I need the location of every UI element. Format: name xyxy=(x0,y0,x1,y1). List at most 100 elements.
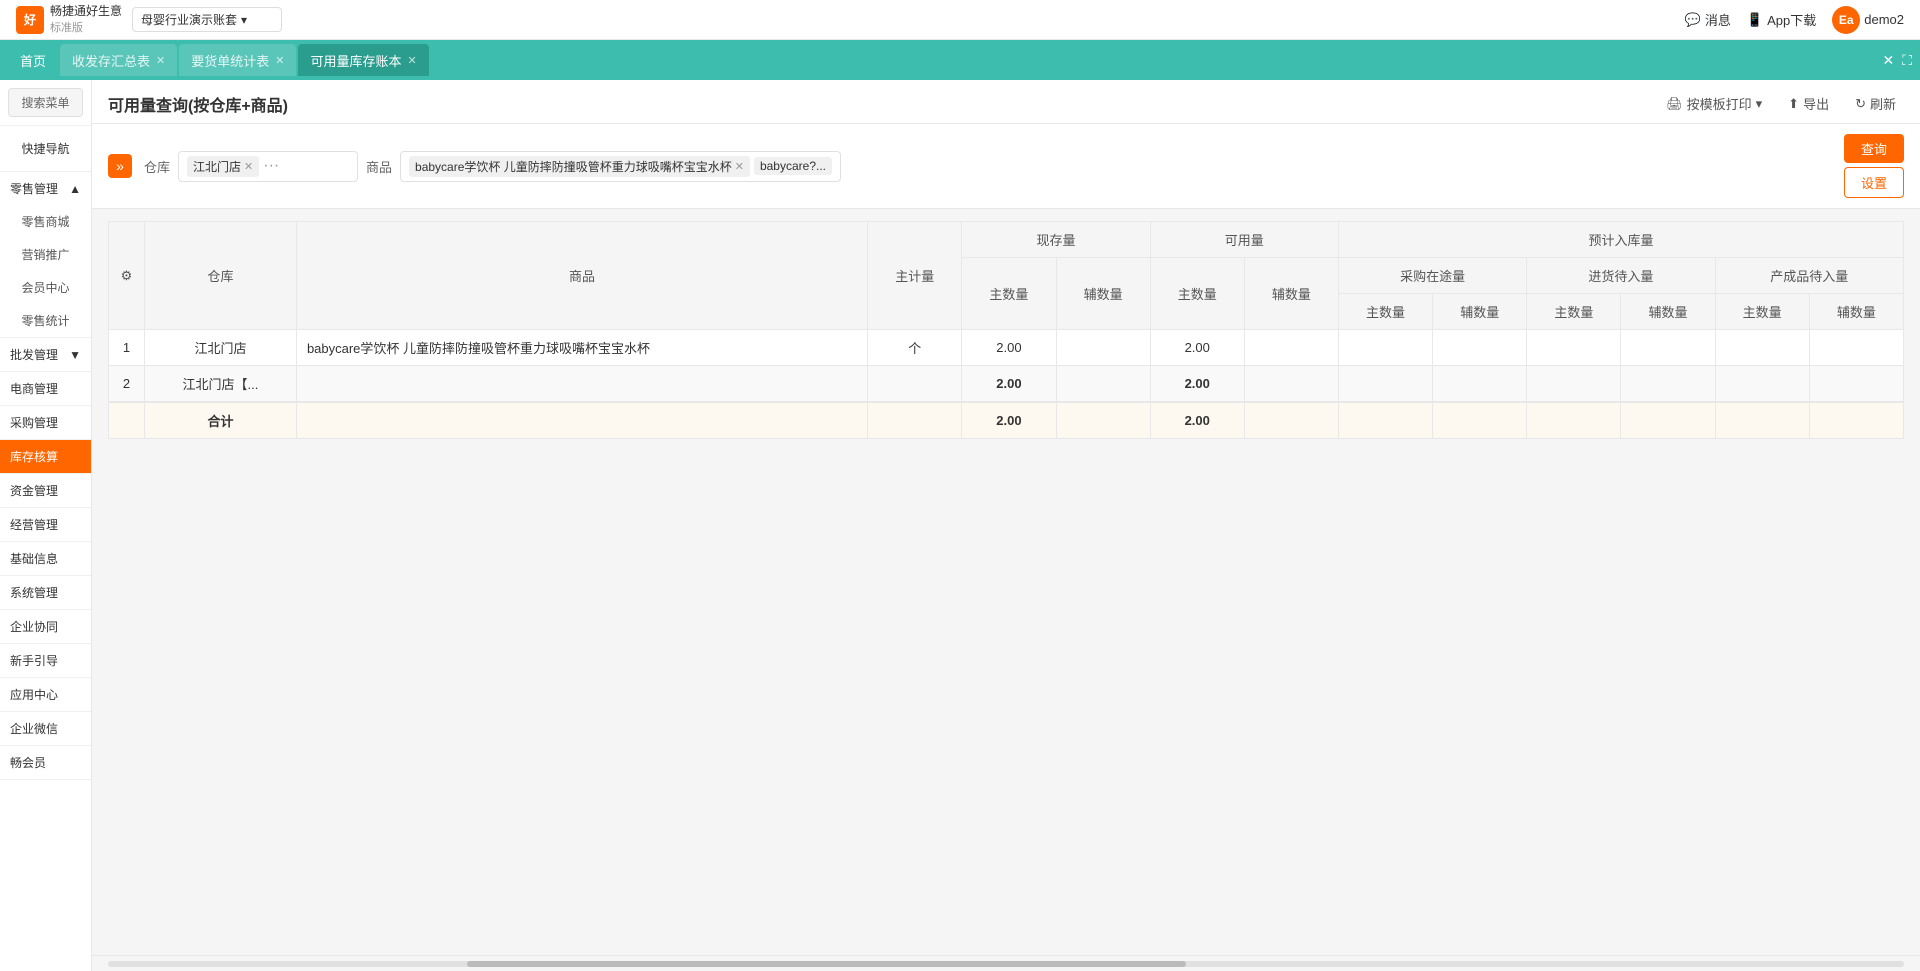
warehouse-filter-input[interactable]: 江北门店 ✕ ··· xyxy=(178,151,358,182)
sidebar-app-center-header[interactable]: 应用中心 xyxy=(0,678,91,711)
th-current-aux: 辅数量 xyxy=(1056,258,1150,330)
sidebar-wechat-header[interactable]: 企业微信 xyxy=(0,712,91,745)
th-settings[interactable]: ⚙ xyxy=(109,222,145,330)
tab-summary[interactable]: 收发存汇总表 ✕ xyxy=(60,44,177,76)
nav-tabs-right: ✕ ⛶ xyxy=(1882,52,1912,69)
scrollbar-track[interactable] xyxy=(108,961,1904,967)
footer-in-aux xyxy=(1621,402,1715,439)
message-icon: 💬 xyxy=(1685,12,1701,28)
main-layout: 搜索菜单 快捷导航 零售管理 ▲ 零售商城 营销推广 会员中心 零售统计 批发管… xyxy=(0,80,1920,971)
data-table: ⚙ 仓库 商品 主计量 现存量 可用量 预计入库量 主数量 辅数量 主数量 辅数… xyxy=(108,221,1904,439)
logo-icon: 好 xyxy=(16,6,44,34)
nav-tabs-left: 首页 收发存汇总表 ✕ 要货单统计表 ✕ 可用量库存账本 ✕ xyxy=(8,44,429,76)
fullscreen-icon[interactable]: ⛶ xyxy=(1902,52,1912,69)
sidebar-member-vip-header[interactable]: 畅会员 xyxy=(0,746,91,779)
warehouse-tag: 江北门店 ✕ xyxy=(187,156,259,177)
tab-home-label: 首页 xyxy=(20,51,46,70)
sidebar-retail-header[interactable]: 零售管理 ▲ xyxy=(0,172,91,205)
avatar: Ea xyxy=(1832,6,1860,34)
chevron-down-icon2: ▼ xyxy=(69,348,81,362)
sidebar-item-marketing[interactable]: 营销推广 xyxy=(0,238,91,271)
goods-tag1-text: babycare学饮杯 儿童防摔防撞吸管杯重力球吸嘴杯宝宝水杯 xyxy=(415,158,732,175)
th-purchase-transit-main: 主数量 xyxy=(1338,294,1432,330)
th-production-main: 主数量 xyxy=(1715,294,1809,330)
th-available-main: 主数量 xyxy=(1150,258,1244,330)
goods-tag1: babycare学饮杯 儿童防摔防撞吸管杯重力球吸嘴杯宝宝水杯 ✕ xyxy=(409,156,750,177)
sidebar-section-inventory: 库存核算 xyxy=(0,440,91,474)
scrollbar-thumb[interactable] xyxy=(467,961,1185,967)
cell-current-main-1: 2.00 xyxy=(962,330,1056,366)
sidebar-ecommerce-header[interactable]: 电商管理 xyxy=(0,372,91,405)
sidebar-item-retail-stats[interactable]: 零售统计 xyxy=(0,304,91,337)
cell-pt-main-1 xyxy=(1338,330,1432,366)
goods-tag1-close[interactable]: ✕ xyxy=(735,160,744,173)
sidebar-section-retail: 零售管理 ▲ 零售商城 营销推广 会员中心 零售统计 xyxy=(0,172,91,338)
sidebar-purchase-header[interactable]: 采购管理 xyxy=(0,406,91,439)
sidebar-wholesale-label: 批发管理 xyxy=(10,346,58,363)
cell-in-aux-1 xyxy=(1621,330,1715,366)
message-btn[interactable]: 💬 消息 xyxy=(1685,10,1731,29)
cell-index-1: 1 xyxy=(109,330,145,366)
sidebar-section-ecommerce: 电商管理 xyxy=(0,372,91,406)
sidebar-newbie-header[interactable]: 新手引导 xyxy=(0,644,91,677)
tab-available-stock[interactable]: 可用量库存账本 ✕ xyxy=(298,44,428,76)
goods-tag2: babycare?... xyxy=(754,157,832,175)
chevron-down-icon3: ▾ xyxy=(1756,96,1763,112)
close-window-icon[interactable]: ✕ xyxy=(1882,52,1894,69)
sidebar-finance-header[interactable]: 资金管理 xyxy=(0,474,91,507)
horizontal-scrollbar[interactable] xyxy=(92,955,1920,971)
sidebar-ecommerce-label: 电商管理 xyxy=(10,380,58,397)
refresh-btn[interactable]: ↻ 刷新 xyxy=(1847,90,1904,117)
cell-warehouse-1: 江北门店 xyxy=(145,330,297,366)
tab-summary-close[interactable]: ✕ xyxy=(156,54,165,67)
footer-available-aux xyxy=(1244,402,1338,439)
top-bar-right: 💬 消息 📱 App下载 Ea demo2 xyxy=(1685,6,1904,34)
footer-label: 合计 xyxy=(145,402,297,439)
warehouse-tag-close[interactable]: ✕ xyxy=(244,160,253,173)
sidebar-inventory-header[interactable]: 库存核算 xyxy=(0,440,91,473)
th-purchase-transit: 采购在途量 xyxy=(1338,258,1526,294)
cell-available-aux-2 xyxy=(1244,366,1338,403)
tab-home[interactable]: 首页 xyxy=(8,44,58,76)
filter-toggle-btn[interactable]: » xyxy=(108,154,132,178)
sidebar-retail-label: 零售管理 xyxy=(10,180,58,197)
user-area[interactable]: Ea demo2 xyxy=(1832,6,1904,34)
sidebar: 搜索菜单 快捷导航 零售管理 ▲ 零售商城 营销推广 会员中心 零售统计 批发管… xyxy=(0,80,92,971)
query-button[interactable]: 查询 xyxy=(1844,134,1904,163)
sidebar-retail-items: 零售商城 营销推广 会员中心 零售统计 xyxy=(0,205,91,337)
tab-available-stock-close[interactable]: ✕ xyxy=(408,54,417,67)
settings-button[interactable]: 设置 xyxy=(1844,167,1904,198)
sidebar-item-retail-mall[interactable]: 零售商城 xyxy=(0,205,91,238)
cell-prod-aux-1 xyxy=(1809,330,1903,366)
refresh-label: 刷新 xyxy=(1870,94,1896,113)
search-menu-btn[interactable]: 搜索菜单 xyxy=(8,88,83,117)
sidebar-quick-nav: 快捷导航 xyxy=(0,126,91,172)
industry-selector[interactable]: 母婴行业演示账套 ▾ xyxy=(132,7,282,32)
sidebar-section-wholesale: 批发管理 ▼ xyxy=(0,338,91,372)
page-actions: 🖨 按模板打印 ▾ ⬆ 导出 ↻ 刷新 xyxy=(1658,90,1904,117)
footer-available-main: 2.00 xyxy=(1150,402,1244,439)
footer-pt-aux xyxy=(1433,402,1527,439)
sidebar-item-quick-nav[interactable]: 快捷导航 xyxy=(0,132,91,165)
tab-order-stats[interactable]: 要货单统计表 ✕ xyxy=(179,44,296,76)
print-template-btn[interactable]: 🖨 按模板打印 ▾ xyxy=(1658,90,1770,117)
export-btn[interactable]: ⬆ 导出 xyxy=(1780,90,1837,117)
logo-area: 好 畅捷通好生意 标准版 xyxy=(16,4,122,36)
user-name: demo2 xyxy=(1864,12,1904,27)
goods-filter-input[interactable]: babycare学饮杯 儿童防摔防撞吸管杯重力球吸嘴杯宝宝水杯 ✕ babyca… xyxy=(400,151,841,182)
message-label: 消息 xyxy=(1705,10,1731,29)
sidebar-system-header[interactable]: 系统管理 xyxy=(0,576,91,609)
sidebar-item-member[interactable]: 会员中心 xyxy=(0,271,91,304)
tab-order-stats-close[interactable]: ✕ xyxy=(275,54,284,67)
cell-prod-aux-2 xyxy=(1809,366,1903,403)
app-download-btn[interactable]: 📱 App下载 xyxy=(1747,10,1816,29)
logo-sub: 标准版 xyxy=(50,19,122,35)
footer-prod-aux xyxy=(1809,402,1903,439)
th-production-aux: 辅数量 xyxy=(1809,294,1903,330)
sidebar-enterprise-header[interactable]: 企业协同 xyxy=(0,610,91,643)
sidebar-basic-info-header[interactable]: 基础信息 xyxy=(0,542,91,575)
footer-current-aux xyxy=(1056,402,1150,439)
sidebar-wholesale-header[interactable]: 批发管理 ▼ xyxy=(0,338,91,371)
sidebar-operations-header[interactable]: 经营管理 xyxy=(0,508,91,541)
cell-pt-aux-2 xyxy=(1433,366,1527,403)
